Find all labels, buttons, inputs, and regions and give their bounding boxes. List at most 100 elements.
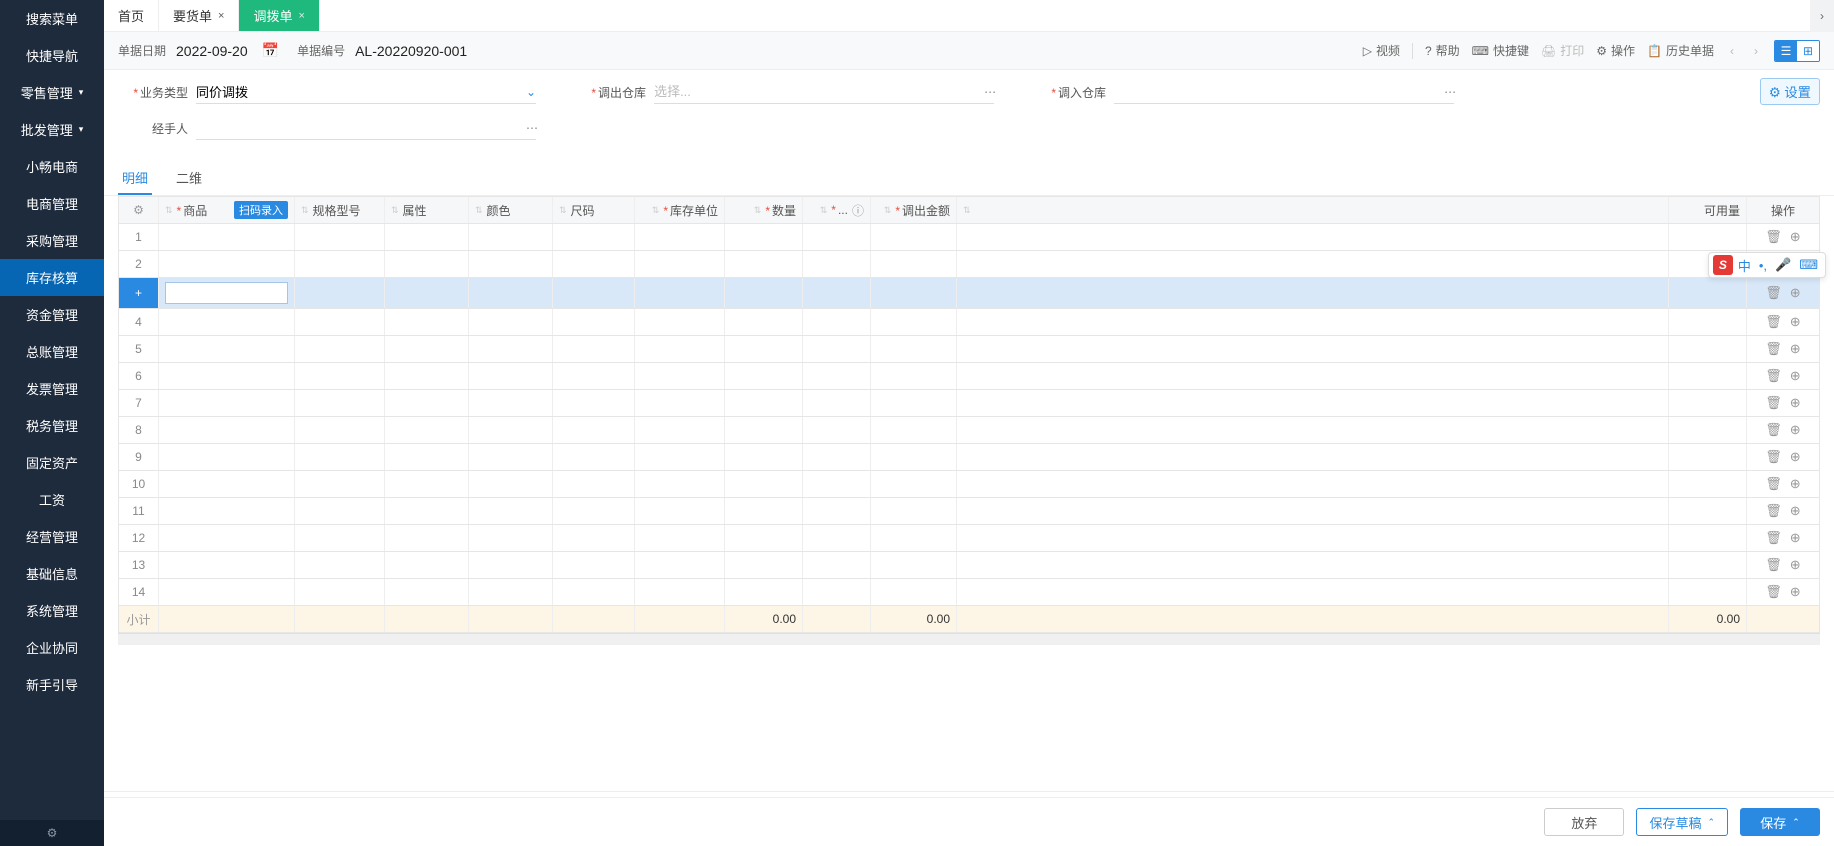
sidebar-item-企业协同[interactable]: 企业协同 (0, 629, 104, 666)
cell[interactable] (803, 390, 871, 416)
tabs-scroll-right[interactable]: › (1810, 0, 1834, 32)
cell[interactable] (553, 471, 635, 497)
close-icon[interactable]: × (298, 10, 304, 22)
more-icon[interactable]: ⋯ (984, 85, 996, 99)
cell[interactable] (469, 498, 553, 524)
cell[interactable] (635, 579, 725, 605)
col-spec[interactable]: ⇅规格型号 (295, 197, 385, 223)
operate-link[interactable]: ⚙ 操作 (1596, 42, 1635, 59)
cell[interactable] (385, 224, 469, 250)
tab-two-dim[interactable]: 二维 (172, 162, 206, 195)
cell[interactable] (871, 417, 957, 443)
insert-row-icon[interactable]: ⊕ (1790, 530, 1801, 546)
ime-keyboard-icon[interactable]: ⌨ (1796, 257, 1821, 273)
row-ops[interactable]: 🗑⊕ (1747, 417, 1819, 443)
insert-row-icon[interactable]: ⊕ (1790, 476, 1801, 492)
table-row[interactable]: 12🗑⊕ (119, 524, 1819, 551)
cell[interactable] (871, 525, 957, 551)
cell[interactable] (385, 579, 469, 605)
col-size[interactable]: ⇅尺码 (553, 197, 635, 223)
row-ops[interactable]: 🗑⊕ (1747, 525, 1819, 551)
sidebar-item-资金管理[interactable]: 资金管理 (0, 296, 104, 333)
cell[interactable] (635, 525, 725, 551)
handler-input[interactable] (196, 116, 536, 140)
chevron-down-icon[interactable]: ⌄ (526, 85, 536, 99)
cell[interactable] (725, 309, 803, 335)
sidebar-item-批发管理[interactable]: 批发管理▾ (0, 111, 104, 148)
cell[interactable] (295, 498, 385, 524)
cell[interactable] (635, 336, 725, 362)
cell[interactable] (803, 309, 871, 335)
table-row[interactable]: 10🗑⊕ (119, 470, 1819, 497)
sidebar-item-快捷导航[interactable]: 快捷导航 (0, 37, 104, 74)
cell[interactable] (957, 251, 1669, 277)
cell[interactable] (295, 552, 385, 578)
cell[interactable] (1669, 363, 1747, 389)
cell[interactable] (871, 444, 957, 470)
cell[interactable] (295, 579, 385, 605)
cell[interactable] (1669, 471, 1747, 497)
table-row[interactable]: 13🗑⊕ (119, 551, 1819, 578)
insert-row-icon[interactable]: ⊕ (1790, 584, 1801, 600)
sidebar-item-搜索菜单[interactable]: 搜索菜单 (0, 0, 104, 37)
cell[interactable] (1669, 224, 1747, 250)
table-row[interactable]: 7🗑⊕ (119, 389, 1819, 416)
cell[interactable] (295, 224, 385, 250)
table-row[interactable]: 6🗑⊕ (119, 362, 1819, 389)
cell[interactable] (159, 336, 295, 362)
save-button[interactable]: 保存⌃ (1740, 808, 1820, 836)
cell[interactable] (385, 336, 469, 362)
discard-button[interactable]: 放弃 (1544, 808, 1624, 836)
delete-row-icon[interactable]: 🗑 (1765, 557, 1782, 573)
cell[interactable] (957, 444, 1669, 470)
horizontal-scrollbar[interactable] (118, 633, 1820, 645)
col-product[interactable]: ⇅商品扫码录入 (159, 197, 295, 223)
table-row[interactable]: 5🗑⊕ (119, 335, 1819, 362)
table-row[interactable]: +🗑⊕ (119, 277, 1819, 308)
col-unit[interactable]: ⇅库存单位 (635, 197, 725, 223)
cell[interactable] (725, 336, 803, 362)
close-icon[interactable]: × (218, 10, 224, 22)
cell[interactable] (469, 552, 553, 578)
cell[interactable] (159, 444, 295, 470)
delete-row-icon[interactable]: 🗑 (1765, 395, 1782, 411)
cell[interactable] (295, 471, 385, 497)
delete-row-icon[interactable]: 🗑 (1765, 449, 1782, 465)
insert-row-icon[interactable]: ⊕ (1790, 503, 1801, 519)
cell[interactable] (725, 417, 803, 443)
cell[interactable] (803, 525, 871, 551)
cell[interactable] (469, 390, 553, 416)
cell[interactable] (725, 552, 803, 578)
cell[interactable] (159, 417, 295, 443)
cell[interactable] (553, 224, 635, 250)
cell[interactable] (295, 251, 385, 277)
cell[interactable] (553, 579, 635, 605)
out-warehouse-input[interactable] (654, 80, 994, 104)
cell[interactable] (957, 417, 1669, 443)
cell[interactable] (635, 363, 725, 389)
cell[interactable] (469, 471, 553, 497)
cell[interactable] (635, 552, 725, 578)
cell[interactable] (803, 579, 871, 605)
sidebar-item-采购管理[interactable]: 采购管理 (0, 222, 104, 259)
cell[interactable] (871, 390, 957, 416)
shortcut-link[interactable]: ⌨ 快捷键 (1472, 42, 1529, 59)
cell[interactable] (385, 444, 469, 470)
row-ops[interactable]: 🗑⊕ (1747, 390, 1819, 416)
sidebar-settings-icon[interactable]: ⚙ (0, 820, 104, 846)
next-doc-icon[interactable]: › (1750, 44, 1762, 58)
cell[interactable] (553, 278, 635, 308)
sidebar-item-税务管理[interactable]: 税务管理 (0, 407, 104, 444)
cell[interactable] (957, 552, 1669, 578)
sidebar-item-零售管理[interactable]: 零售管理▾ (0, 74, 104, 111)
cell[interactable] (803, 498, 871, 524)
cell[interactable] (871, 363, 957, 389)
cell[interactable] (725, 444, 803, 470)
cell[interactable] (1669, 552, 1747, 578)
cell[interactable] (469, 444, 553, 470)
cell[interactable] (295, 444, 385, 470)
cell[interactable] (553, 417, 635, 443)
row-ops[interactable]: 🗑⊕ (1747, 579, 1819, 605)
cell[interactable] (803, 471, 871, 497)
cell[interactable] (957, 498, 1669, 524)
